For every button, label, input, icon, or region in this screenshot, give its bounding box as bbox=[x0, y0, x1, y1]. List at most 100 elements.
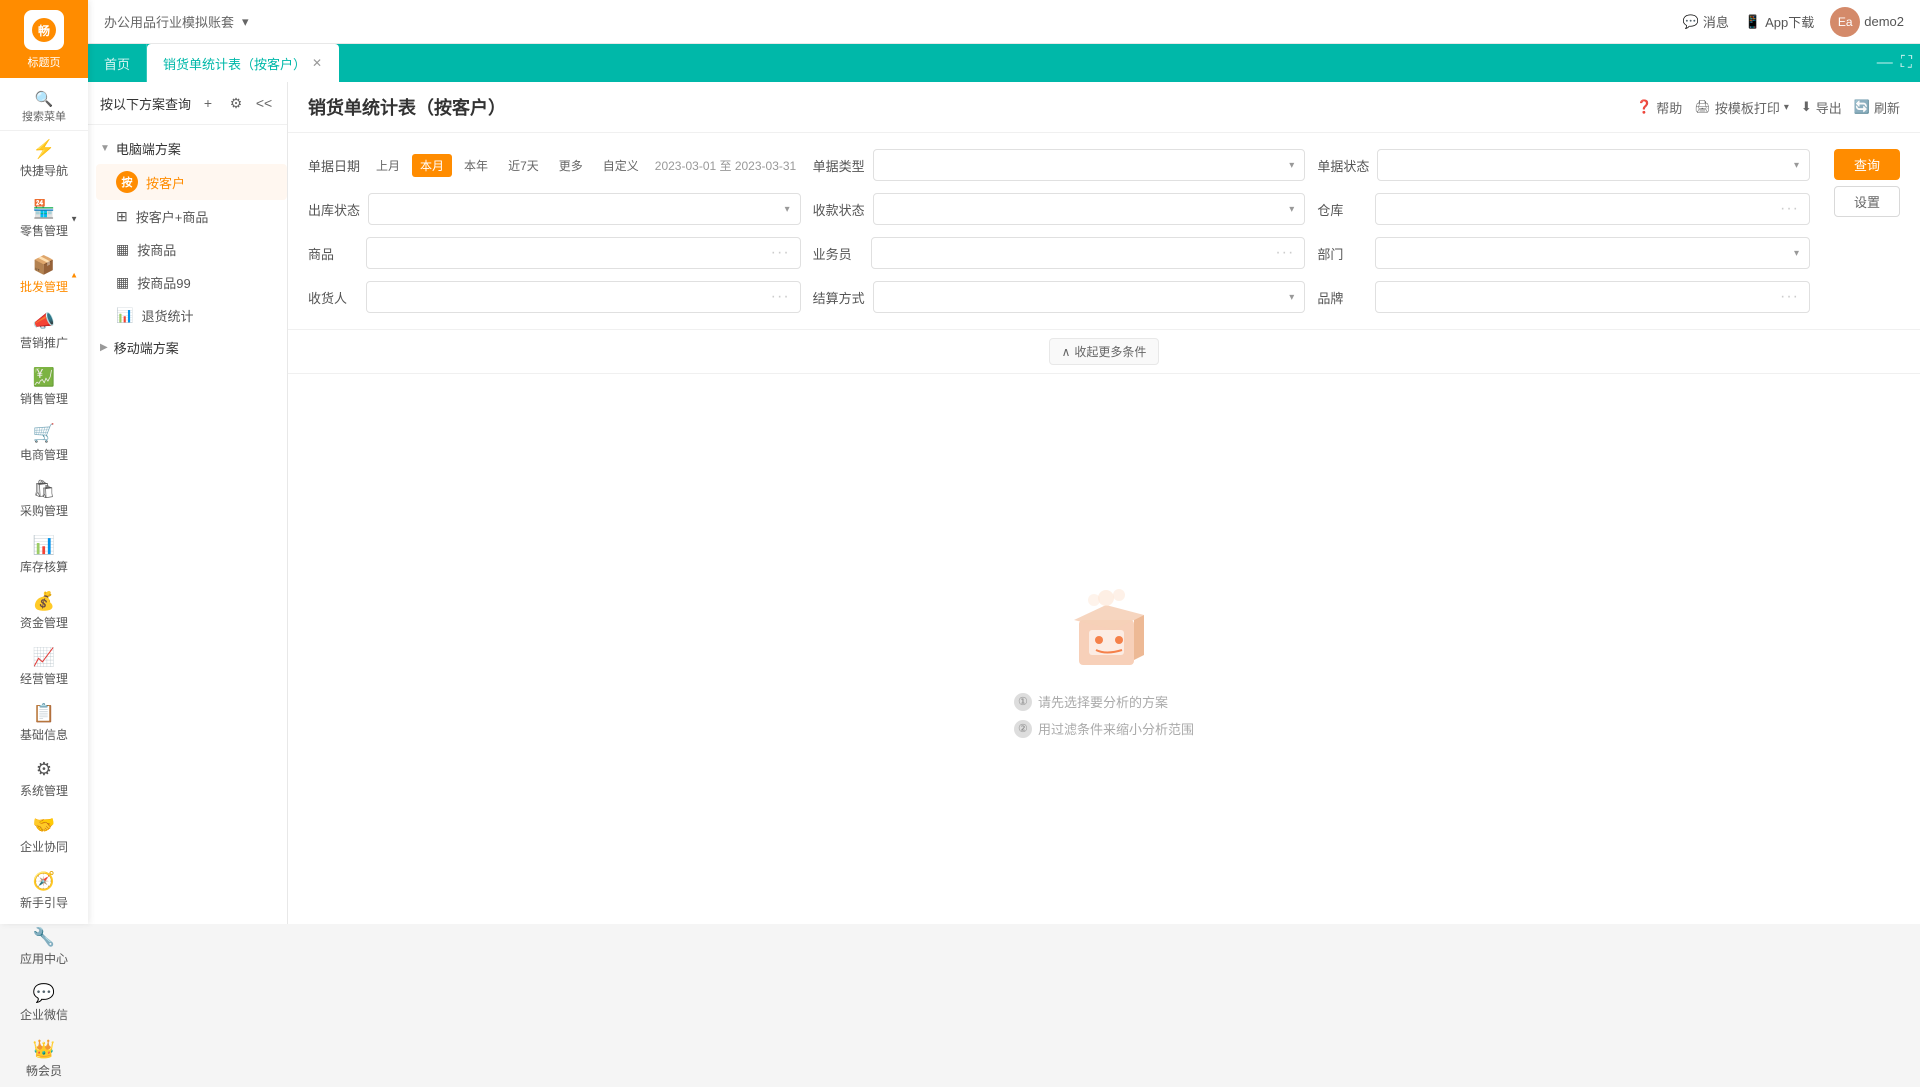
svg-text:畅: 畅 bbox=[38, 23, 50, 38]
goods-more: ··· bbox=[771, 244, 790, 262]
doc-status-select[interactable]: ▾ bbox=[1377, 149, 1810, 181]
query-button[interactable]: 查询 bbox=[1834, 149, 1900, 180]
date-tab-more[interactable]: 更多 bbox=[551, 154, 591, 177]
brand-select[interactable]: ··· bbox=[1375, 281, 1810, 313]
receiver-more: ··· bbox=[771, 288, 790, 306]
apps-icon: 🔧 bbox=[33, 927, 55, 948]
sidebar-item-purchase[interactable]: 🛍 采购管理 bbox=[0, 471, 88, 527]
sidebar-item-inventory[interactable]: 📊 库存核算 bbox=[0, 527, 88, 583]
tab-sales-stats[interactable]: 销货单统计表（按客户） ✕ bbox=[147, 44, 339, 82]
date-tab-7days[interactable]: 近7天 bbox=[500, 154, 547, 177]
sidebar-item-wechat[interactable]: 💬 企业微信 bbox=[0, 975, 88, 1031]
bar-icon: 📊 bbox=[116, 307, 133, 324]
date-tab-this-year[interactable]: 本年 bbox=[456, 154, 496, 177]
receiver-select[interactable]: ··· bbox=[366, 281, 801, 313]
filter-date: 单据日期 上月 本月 本年 近7天 更多 自定义 bbox=[308, 154, 801, 177]
tab-close-button[interactable]: ✕ bbox=[312, 56, 322, 70]
right-area: 销货单统计表（按客户） ❓ 帮助 🖨 按模板打印 ▾ ⬇ bbox=[288, 82, 1920, 924]
finance-icon: 💰 bbox=[33, 591, 55, 612]
date-tab-custom[interactable]: 自定义 bbox=[595, 154, 647, 177]
sidebar-item-enterprise[interactable]: 🤝 企业协同 bbox=[0, 807, 88, 863]
tree-child-by-customer-goods[interactable]: ⊞ 按客户+商品 bbox=[96, 200, 287, 233]
scheme-collapse-button[interactable]: << bbox=[253, 92, 275, 114]
content: 按以下方案查询 + ⚙ << ▼ 电脑端方案 按 按客户 bbox=[88, 82, 1920, 924]
table-icon: ▦ bbox=[116, 241, 129, 258]
doc-type-arrow: ▾ bbox=[1289, 160, 1294, 171]
retail-icon: 🏪 bbox=[33, 199, 55, 220]
print-dropdown-icon: ▾ bbox=[1784, 102, 1789, 113]
sales-icon: 💹 bbox=[33, 367, 55, 388]
out-status-select[interactable]: ▾ bbox=[368, 193, 801, 225]
tree-child-by-goods99[interactable]: ▦ 按商品99 bbox=[96, 266, 287, 299]
dept-select[interactable]: ▾ bbox=[1375, 237, 1810, 269]
purchase-icon: 🛍 bbox=[33, 479, 56, 500]
export-button[interactable]: ⬇ 导出 bbox=[1801, 98, 1842, 117]
settings-button[interactable]: 设置 bbox=[1834, 186, 1900, 217]
date-tab-last-month[interactable]: 上月 bbox=[368, 154, 408, 177]
sidebar-item-finance[interactable]: 💰 资金管理 bbox=[0, 583, 88, 639]
tree-desktop-parent[interactable]: ▼ 电脑端方案 bbox=[88, 133, 287, 164]
scheme-header: 按以下方案查询 + ⚙ << bbox=[88, 82, 287, 125]
tab-minimize-button[interactable]: — bbox=[1877, 54, 1893, 72]
message-icon: 💬 bbox=[1683, 14, 1699, 30]
logo-text: 标题页 bbox=[28, 54, 61, 70]
filter-goods: 商品 ··· bbox=[308, 237, 801, 269]
tree-child-by-customer[interactable]: 按 按客户 bbox=[96, 164, 287, 200]
staff-more: ··· bbox=[1275, 244, 1294, 262]
sidebar-item-basic[interactable]: 📋 基础信息 bbox=[0, 695, 88, 751]
tab-home[interactable]: 首页 bbox=[88, 44, 147, 82]
goods-select[interactable]: ··· bbox=[366, 237, 801, 269]
page-actions: ❓ 帮助 🖨 按模板打印 ▾ ⬇ 导出 🔄 bbox=[1636, 98, 1900, 129]
warehouse-more: ··· bbox=[1780, 200, 1799, 218]
tree-child-return-stats[interactable]: 📊 退货统计 bbox=[96, 299, 287, 332]
staff-select[interactable]: ··· bbox=[871, 237, 1306, 269]
sidebar-item-marketing[interactable]: 📣 营销推广 bbox=[0, 303, 88, 359]
collapse-button[interactable]: ∧ 收起更多条件 bbox=[1049, 338, 1160, 365]
sidebar-item-retail[interactable]: 🏪 零售管理 bbox=[0, 191, 88, 247]
collect-status-label: 收款状态 bbox=[813, 200, 865, 219]
logo-button[interactable]: 畅 标题页 bbox=[0, 0, 88, 78]
tree-mobile-parent[interactable]: ▶ 移动端方案 bbox=[88, 332, 287, 363]
page-title-bar: 销货单统计表（按客户） ❓ 帮助 🖨 按模板打印 ▾ ⬇ bbox=[288, 82, 1920, 133]
sidebar-item-quick-nav[interactable]: ⚡ 快捷导航 bbox=[0, 131, 88, 187]
scheme-settings-button[interactable]: ⚙ bbox=[225, 92, 247, 114]
avatar: Ea bbox=[1830, 7, 1860, 37]
print-button[interactable]: 🖨 按模板打印 ▾ bbox=[1694, 98, 1789, 117]
help-icon: ❓ bbox=[1636, 99, 1652, 115]
sidebar-item-wholesale[interactable]: 📦 批发管理 bbox=[0, 247, 88, 303]
date-tab-this-month[interactable]: 本月 bbox=[412, 154, 452, 177]
sidebar-item-sales[interactable]: 💹 销售管理 bbox=[0, 359, 88, 415]
top-header: 办公用品行业模拟账套 ▾ 💬 消息 📱 App下载 Ea demo2 bbox=[88, 0, 1920, 44]
tree-toggle-icon: ▼ bbox=[100, 143, 110, 154]
breadcrumb-dropdown[interactable]: ▾ bbox=[242, 14, 249, 30]
scheme-panel: 按以下方案查询 + ⚙ << ▼ 电脑端方案 按 按客户 bbox=[88, 82, 288, 924]
sidebar-item-system[interactable]: ⚙ 系统管理 bbox=[0, 751, 88, 807]
refresh-icon: 🔄 bbox=[1854, 99, 1870, 115]
hint-num-1: ① bbox=[1014, 693, 1032, 711]
sidebar-item-guide[interactable]: 🧭 新手引导 bbox=[0, 863, 88, 919]
app-download-button[interactable]: 📱 App下载 bbox=[1745, 12, 1814, 31]
user-menu[interactable]: Ea demo2 bbox=[1830, 7, 1904, 37]
warehouse-select[interactable]: ··· bbox=[1375, 193, 1810, 225]
mobile-toggle-icon: ▶ bbox=[100, 342, 108, 353]
sidebar-item-member[interactable]: 👑 畅会员 bbox=[0, 1031, 88, 1087]
doc-type-select[interactable]: ▾ bbox=[873, 149, 1306, 181]
collect-status-arrow: ▾ bbox=[1289, 204, 1294, 215]
scheme-add-button[interactable]: + bbox=[197, 92, 219, 114]
enterprise-icon: 🤝 bbox=[33, 815, 55, 836]
action-buttons: 查询 设置 bbox=[1834, 149, 1900, 217]
sidebar-item-ecommerce[interactable]: 🛒 电商管理 bbox=[0, 415, 88, 471]
search-menu-item[interactable]: 🔍 搜索菜单 bbox=[0, 78, 88, 131]
member-icon: 👑 bbox=[33, 1039, 55, 1060]
grid-icon: ⊞ bbox=[116, 208, 128, 225]
help-button[interactable]: ❓ 帮助 bbox=[1636, 98, 1682, 117]
message-button[interactable]: 💬 消息 bbox=[1683, 12, 1729, 31]
sidebar-item-operations[interactable]: 📈 经营管理 bbox=[0, 639, 88, 695]
tree-child-by-goods[interactable]: ▦ 按商品 bbox=[96, 233, 287, 266]
tab-bar-actions: — ⛶ bbox=[1869, 54, 1920, 72]
sidebar-item-apps[interactable]: 🔧 应用中心 bbox=[0, 919, 88, 975]
collect-status-select[interactable]: ▾ bbox=[873, 193, 1306, 225]
payment-select[interactable]: ▾ bbox=[873, 281, 1306, 313]
refresh-button[interactable]: 🔄 刷新 bbox=[1854, 98, 1900, 117]
tab-maximize-button[interactable]: ⛶ bbox=[1901, 54, 1912, 72]
